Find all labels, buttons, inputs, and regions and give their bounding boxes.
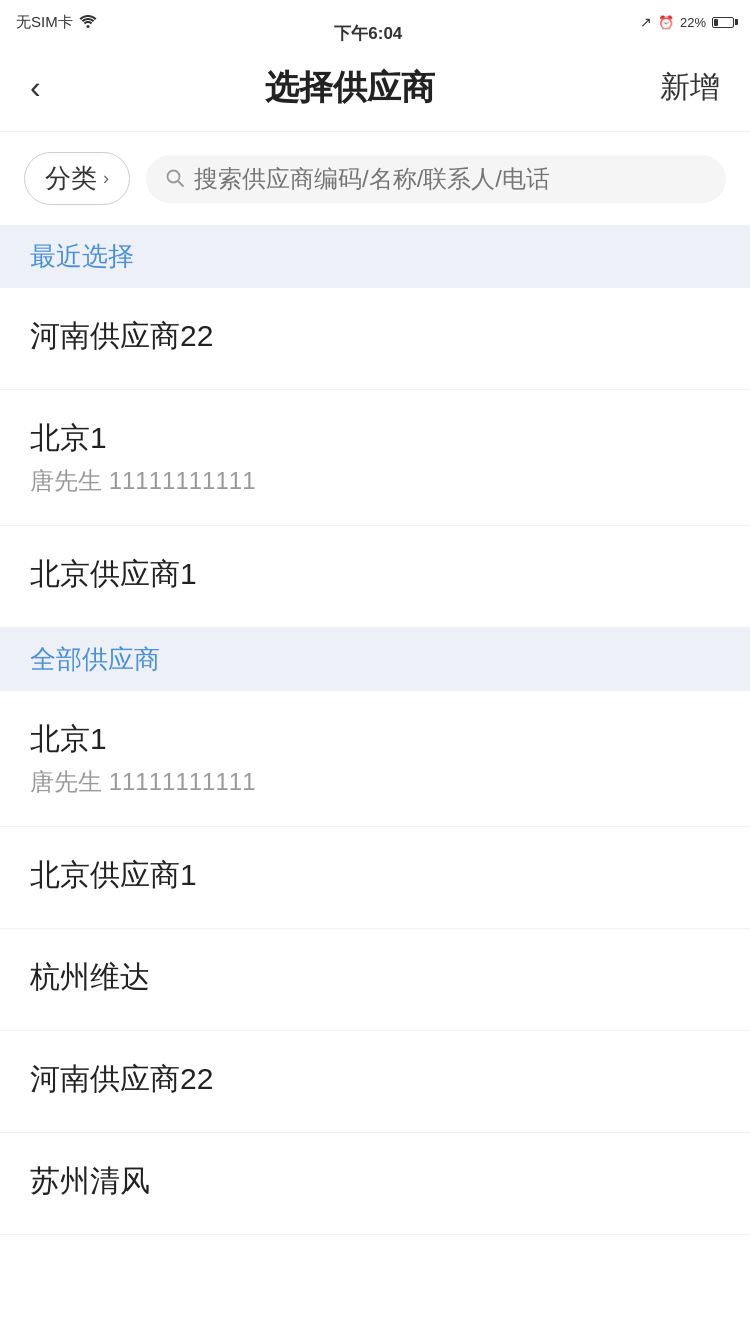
item-name: 苏州清风	[30, 1161, 720, 1202]
recent-items-list: 河南供应商22 北京1 唐先生 11111111111 北京供应商1	[0, 288, 750, 628]
status-bar: 无SIM卡 下午6:04 ↗ ⏰ 22%	[0, 0, 750, 44]
battery-percent: 22%	[680, 15, 706, 30]
item-name: 河南供应商22	[30, 316, 720, 357]
search-icon	[166, 165, 184, 193]
search-box[interactable]	[146, 155, 726, 203]
filter-bar: 分类 ›	[0, 132, 750, 225]
item-name: 北京供应商1	[30, 855, 720, 896]
item-name: 北京1	[30, 418, 720, 459]
all-list-item[interactable]: 北京供应商1	[0, 827, 750, 929]
back-button[interactable]: ‹	[30, 69, 41, 106]
category-label: 分类	[45, 161, 97, 196]
search-input[interactable]	[194, 165, 706, 193]
svg-line-2	[178, 181, 183, 186]
add-button[interactable]: 新增	[660, 67, 720, 108]
carrier-label: 无SIM卡	[16, 13, 73, 32]
all-section-header: 全部供应商	[0, 628, 750, 691]
status-right: ↗ ⏰ 22%	[640, 14, 734, 30]
recent-list-item[interactable]: 河南供应商22	[0, 288, 750, 390]
alarm-icon: ⏰	[658, 15, 674, 30]
status-time: 下午6:04	[334, 22, 402, 45]
all-section-label: 全部供应商	[30, 644, 160, 674]
battery-icon	[712, 17, 734, 28]
status-left: 无SIM卡	[16, 13, 97, 32]
recent-list-item[interactable]: 北京1 唐先生 11111111111	[0, 390, 750, 526]
nav-bar: ‹ 选择供应商 新增	[0, 44, 750, 132]
recent-section-header: 最近选择	[0, 225, 750, 288]
all-list-item[interactable]: 杭州维达	[0, 929, 750, 1031]
recent-section-label: 最近选择	[30, 241, 134, 271]
item-sub: 唐先生 11111111111	[30, 465, 720, 497]
page-title: 选择供应商	[265, 65, 435, 111]
svg-point-0	[86, 25, 89, 28]
item-name: 河南供应商22	[30, 1059, 720, 1100]
category-filter[interactable]: 分类 ›	[24, 152, 130, 205]
all-list-item[interactable]: 河南供应商22	[0, 1031, 750, 1133]
chevron-right-icon: ›	[103, 168, 109, 189]
item-name: 北京供应商1	[30, 554, 720, 595]
all-list-item[interactable]: 北京1 唐先生 11111111111	[0, 691, 750, 827]
item-name: 杭州维达	[30, 957, 720, 998]
all-list-item[interactable]: 苏州清风	[0, 1133, 750, 1235]
all-items-list: 北京1 唐先生 11111111111 北京供应商1 杭州维达河南供应商22 苏州清风	[0, 691, 750, 1235]
location-icon: ↗	[640, 14, 652, 30]
recent-list-item[interactable]: 北京供应商1	[0, 526, 750, 628]
wifi-icon	[79, 14, 97, 31]
item-name: 北京1	[30, 719, 720, 760]
item-sub: 唐先生 11111111111	[30, 766, 720, 798]
